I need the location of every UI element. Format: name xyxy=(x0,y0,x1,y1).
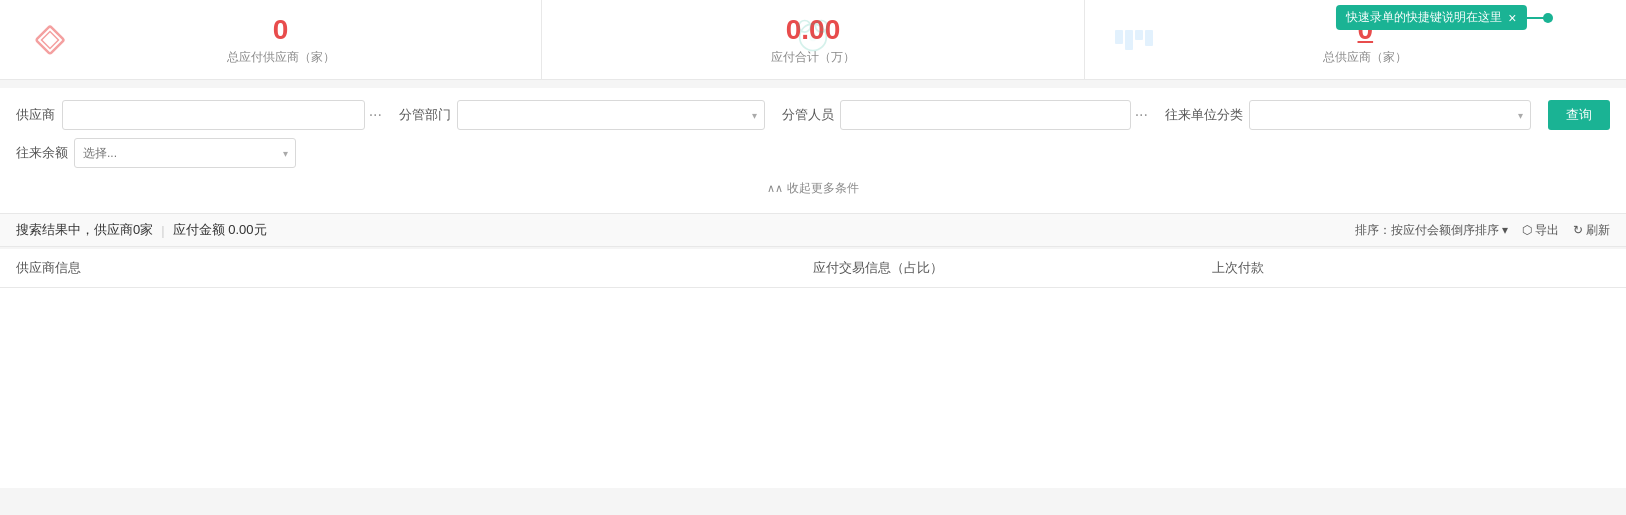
tooltip-text: 快速录单的快捷键说明在这里 xyxy=(1346,9,1502,26)
export-button[interactable]: ⬡ 导出 xyxy=(1522,222,1559,239)
results-bar: 搜索结果中，供应商0家 | 应付金额 0.00元 排序：按应付会额倒序排序 ▾ … xyxy=(0,214,1626,247)
query-button[interactable]: 查询 xyxy=(1548,100,1610,130)
supplier-filter: 供应商 ··· xyxy=(16,100,382,130)
bar3 xyxy=(1135,30,1143,40)
results-info-area: 搜索结果中，供应商0家 | 应付金额 0.00元 xyxy=(16,221,267,239)
card1-content: 0 总应付供应商（家） xyxy=(227,13,335,66)
sort-chevron-icon: ▾ xyxy=(1502,223,1508,237)
table-body xyxy=(0,288,1626,488)
manager-input[interactable] xyxy=(840,100,1131,130)
department-filter: 分管部门 ▾ xyxy=(399,100,765,130)
refresh-label: 刷新 xyxy=(1586,222,1610,239)
collapse-btn[interactable]: ∧∧ 收起更多条件 xyxy=(767,180,859,197)
balance-label: 往来余额 xyxy=(16,144,68,162)
manager-label: 分管人员 xyxy=(782,106,834,124)
table-header: 供应商信息 应付交易信息（占比） 上次付款 xyxy=(0,249,1626,288)
svg-rect-1 xyxy=(42,31,59,48)
export-label: 导出 xyxy=(1535,222,1559,239)
unit-category-filter: 往来单位分类 ▾ xyxy=(1165,100,1531,130)
filter-section: 供应商 ··· 分管部门 ▾ 分管人员 ··· xyxy=(0,88,1626,214)
mini-chart-icon xyxy=(1115,30,1153,50)
summary-card-total-suppliers: 快速录单的快捷键说明在这里 × 0 总供应商（家） xyxy=(1085,0,1626,79)
summary-bar: 0 总应付供应商（家） 0.00 应付合计（万） 快速录单的快捷键说明在这里 × xyxy=(0,0,1626,80)
bar4 xyxy=(1145,30,1153,46)
manager-filter: 分管人员 ··· xyxy=(782,100,1148,130)
supplier-input-wrap: ··· xyxy=(62,100,382,130)
collapse-bar: ∧∧ 收起更多条件 xyxy=(16,176,1610,205)
results-info: 搜索结果中，供应商0家 xyxy=(16,221,153,239)
bar2 xyxy=(1125,30,1133,50)
tooltip-close-btn[interactable]: × xyxy=(1508,11,1516,25)
sort-button[interactable]: 排序：按应付会额倒序排序 ▾ xyxy=(1355,222,1508,239)
supplier-dots[interactable]: ··· xyxy=(369,106,382,124)
refresh-icon: ↻ xyxy=(1573,223,1583,237)
col-payable-transaction: 应付交易信息（占比） xyxy=(813,259,1212,277)
supplier-input[interactable] xyxy=(62,100,365,130)
filter-row-2: 往来余额 ▾ xyxy=(16,138,1610,168)
department-select-wrap: ▾ xyxy=(457,100,765,130)
bar1 xyxy=(1115,30,1123,44)
col-payable-transaction-label: 应付交易信息（占比） xyxy=(813,260,943,275)
unit-category-label: 往来单位分类 xyxy=(1165,106,1243,124)
unit-category-select-wrap: ▾ xyxy=(1249,100,1531,130)
sort-label: 排序：按应付会额倒序排序 xyxy=(1355,222,1499,239)
export-icon: ⬡ xyxy=(1522,223,1532,237)
balance-select-wrap: ▾ xyxy=(74,138,296,168)
col-supplier-info-label: 供应商信息 xyxy=(16,260,81,275)
filter-row-1: 供应商 ··· 分管部门 ▾ 分管人员 ··· xyxy=(16,100,1610,130)
supplier-label: 供应商 xyxy=(16,106,56,124)
department-input[interactable] xyxy=(457,100,765,130)
col-last-payment: 上次付款 xyxy=(1212,259,1611,277)
department-label: 分管部门 xyxy=(399,106,451,124)
results-separator: | xyxy=(161,223,164,238)
summary-card-payable-suppliers: 0 总应付供应商（家） xyxy=(0,0,542,79)
sep1 xyxy=(390,100,391,130)
payable-suppliers-label: 总应付供应商（家） xyxy=(227,49,335,66)
diamond-icon xyxy=(30,20,70,60)
summary-card-payable-total: 0.00 应付合计（万） xyxy=(542,0,1084,79)
svg-point-5 xyxy=(809,33,817,41)
unit-category-input[interactable] xyxy=(1249,100,1531,130)
results-amount: 应付金额 0.00元 xyxy=(173,221,267,239)
bear-icon xyxy=(788,8,838,58)
sep4 xyxy=(1539,100,1540,130)
sep3 xyxy=(1156,100,1157,130)
sep2 xyxy=(773,100,774,130)
payable-suppliers-value: 0 xyxy=(273,13,289,47)
tooltip-dot xyxy=(1542,13,1552,23)
col-supplier-info: 供应商信息 xyxy=(16,259,813,277)
tooltip-bubble: 快速录单的快捷键说明在这里 × xyxy=(1336,5,1526,30)
refresh-button[interactable]: ↻ 刷新 xyxy=(1573,222,1610,239)
manager-input-wrap: ··· xyxy=(840,100,1148,130)
col-last-payment-label: 上次付款 xyxy=(1212,260,1264,275)
collapse-label: 收起更多条件 xyxy=(787,180,859,197)
balance-filter: 往来余额 ▾ xyxy=(16,138,296,168)
svg-rect-0 xyxy=(36,25,64,53)
balance-input[interactable] xyxy=(74,138,296,168)
manager-dots[interactable]: ··· xyxy=(1135,106,1148,124)
collapse-up-icon: ∧∧ xyxy=(767,182,783,195)
total-suppliers-label: 总供应商（家） xyxy=(1323,49,1407,66)
results-actions: 排序：按应付会额倒序排序 ▾ ⬡ 导出 ↻ 刷新 xyxy=(1355,222,1610,239)
